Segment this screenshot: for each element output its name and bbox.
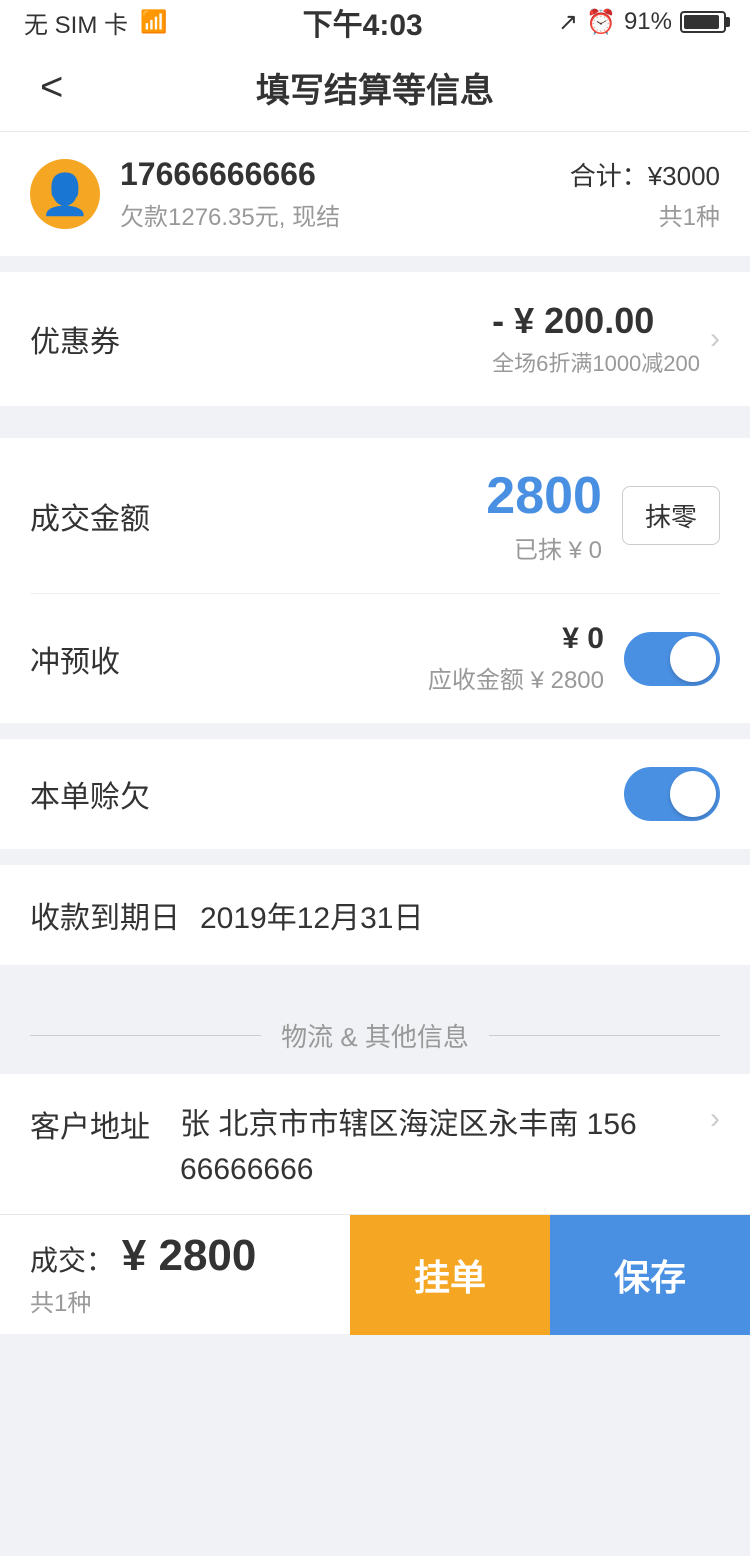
status-left: 无 SIM 卡 📶: [24, 5, 167, 40]
wifi-icon: 📶: [140, 9, 167, 35]
separator-1: [0, 422, 750, 438]
coupon-row[interactable]: 优惠券 - ¥ 200.00 全场6折满1000减200 ›: [0, 272, 750, 406]
logistics-divider-text: 物流 & 其他信息: [281, 1017, 469, 1054]
bottom-deal-amount: ¥ 2800: [122, 1231, 257, 1280]
customer-left: 👤 17666666666 欠款1276.35元, 现结: [30, 156, 340, 232]
location-icon: ↗: [558, 8, 578, 37]
deal-amount-value: 2800: [486, 466, 602, 526]
page-title: 填写结算等信息: [256, 63, 494, 112]
logistics-divider: 物流 & 其他信息: [0, 997, 750, 1074]
prepay-row: 冲预收 ¥ 0 应收金额 ¥ 2800: [30, 594, 720, 723]
prepay-value-wrap: ¥ 0 应收金额 ¥ 2800: [428, 622, 604, 695]
address-label: 客户地址: [30, 1102, 150, 1146]
alarm-icon: ⏰: [586, 8, 616, 37]
deal-amount-row: 成交金额 2800 已抹 ¥ 0 抹零: [30, 438, 720, 594]
save-button[interactable]: 保存: [550, 1215, 750, 1335]
bottom-bar: 成交： ¥ 2800 共1种 挂单 保存: [0, 1214, 750, 1334]
payment-date-label: 收款到期日: [30, 893, 180, 937]
prepay-sub: 应收金额 ¥ 2800: [428, 660, 604, 695]
battery-fill: [684, 15, 719, 29]
content-area: 👤 17666666666 欠款1276.35元, 现结 合计：¥3000 共1…: [0, 132, 750, 1556]
customer-row: 👤 17666666666 欠款1276.35元, 现结 合计：¥3000 共1…: [0, 132, 750, 256]
debit-toggle[interactable]: [624, 767, 720, 821]
round-button[interactable]: 抹零: [622, 486, 720, 545]
prepay-toggle[interactable]: [624, 632, 720, 686]
status-bar: 无 SIM 卡 📶 下午4:03 ↗ ⏰ 91%: [0, 0, 750, 44]
customer-subtitle: 欠款1276.35元, 现结: [120, 197, 340, 232]
bottom-count: 共1种: [30, 1283, 320, 1318]
amount-section: 成交金额 2800 已抹 ¥ 0 抹零 冲预收 ¥ 0 应收金额 ¥ 2800: [0, 438, 750, 723]
battery-percent: 91%: [624, 8, 672, 36]
chevron-right-icon: ›: [710, 322, 720, 356]
deal-amount-sub: 已抹 ¥ 0: [486, 530, 602, 565]
status-right: ↗ ⏰ 91%: [558, 8, 726, 37]
separator-2: [0, 723, 750, 739]
carrier-text: 无 SIM 卡: [24, 5, 128, 40]
payment-date-section: 收款到期日 2019年12月31日: [0, 865, 750, 965]
deal-amount-label: 成交金额: [30, 494, 150, 538]
separator-3: [0, 981, 750, 997]
coupon-right: - ¥ 200.00 全场6折满1000减200 ›: [492, 300, 720, 378]
toggle-thumb: [670, 636, 716, 682]
payment-date-value: 2019年12月31日: [200, 893, 423, 937]
customer-info: 17666666666 欠款1276.35元, 现结: [120, 156, 340, 232]
debit-label: 本单赊欠: [30, 772, 150, 816]
deal-amount-value-wrap: 2800 已抹 ¥ 0: [486, 466, 602, 565]
coupon-info: - ¥ 200.00 全场6折满1000减200: [492, 300, 700, 378]
coupon-desc: 全场6折满1000减200: [492, 346, 700, 378]
total-amount: 合计：¥3000: [570, 156, 720, 193]
address-section[interactable]: 客户地址 张 北京市市辖区海淀区永丰南 156 66666666 ›: [0, 1074, 750, 1220]
address-chevron-icon: ›: [710, 1102, 720, 1136]
prepay-right: ¥ 0 应收金额 ¥ 2800: [428, 622, 720, 695]
bottom-info: 成交： ¥ 2800 共1种: [0, 1231, 350, 1318]
avatar-icon: 👤: [40, 171, 90, 218]
coupon-amount: - ¥ 200.00: [492, 300, 700, 342]
divider-line-right: [489, 1035, 720, 1036]
coupon-label: 优惠券: [30, 317, 120, 361]
nav-bar: < 填写结算等信息: [0, 44, 750, 132]
pending-button[interactable]: 挂单: [350, 1215, 550, 1335]
bottom-deal-label: 成交：: [30, 1245, 114, 1276]
total-count: 共1种: [570, 197, 720, 232]
customer-right: 合计：¥3000 共1种: [570, 156, 720, 232]
prepay-amount: ¥ 0: [562, 622, 604, 656]
back-button[interactable]: <: [30, 55, 73, 120]
customer-phone: 17666666666: [120, 156, 340, 193]
divider-line-left: [30, 1035, 261, 1036]
time-display: 下午4:03: [303, 0, 423, 44]
prepay-label: 冲预收: [30, 637, 120, 681]
address-value: 张 北京市市辖区海淀区永丰南 156 66666666: [180, 1102, 700, 1192]
avatar: 👤: [30, 159, 100, 229]
debit-section: 本单赊欠: [0, 739, 750, 849]
battery-icon: [680, 11, 726, 33]
deal-amount-right: 2800 已抹 ¥ 0 抹零: [486, 466, 720, 565]
debit-toggle-thumb: [670, 771, 716, 817]
bottom-deal-row: 成交： ¥ 2800: [30, 1231, 320, 1281]
